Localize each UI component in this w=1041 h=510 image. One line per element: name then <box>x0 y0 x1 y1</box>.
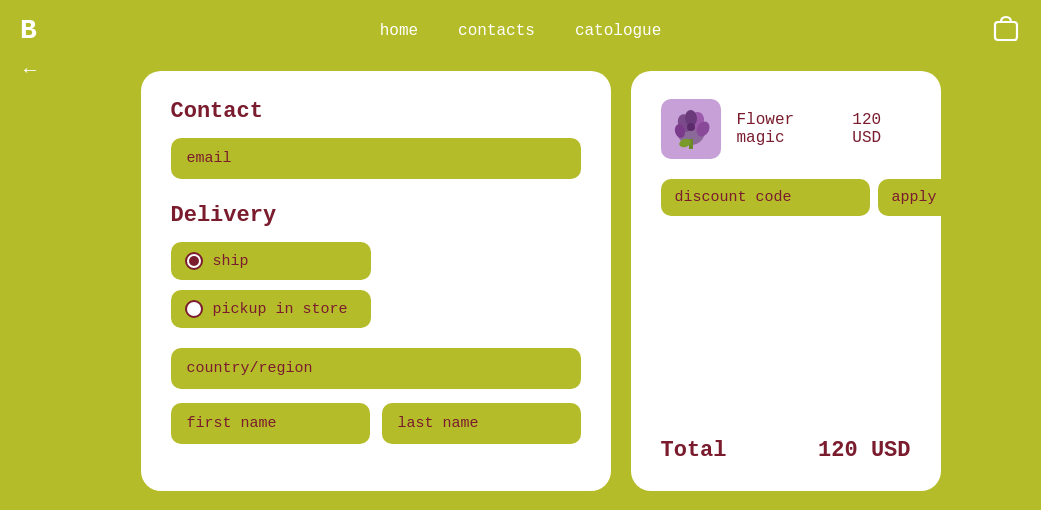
navbar: B home contacts catologue <box>0 0 1041 61</box>
logo: B <box>20 15 60 46</box>
pickup-option[interactable]: pickup in store <box>171 290 371 328</box>
discount-input[interactable] <box>661 179 870 216</box>
right-panel: Flower magic 120 USD apply Total 120 USD <box>631 71 941 491</box>
total-value: 120 USD <box>818 438 910 463</box>
name-row <box>171 403 581 444</box>
discount-row: apply <box>661 179 911 216</box>
nav-catalogue-link[interactable]: catologue <box>575 22 661 40</box>
apply-button[interactable]: apply <box>878 179 951 216</box>
contact-title: Contact <box>171 99 581 124</box>
ship-radio[interactable] <box>185 252 203 270</box>
last-name-input[interactable] <box>382 403 581 444</box>
nav-links: home contacts catologue <box>380 22 662 40</box>
delivery-title: Delivery <box>171 203 581 228</box>
total-label: Total <box>661 438 727 463</box>
nav-contacts-link[interactable]: contacts <box>458 22 535 40</box>
main-content: Contact Delivery ship pickup in store <box>0 61 1041 510</box>
ship-label: ship <box>213 253 249 270</box>
left-panel: Contact Delivery ship pickup in store <box>141 71 611 491</box>
svg-rect-0 <box>995 22 1017 40</box>
pickup-label: pickup in store <box>213 301 348 318</box>
delivery-section: Delivery ship pickup in store <box>171 203 581 328</box>
first-name-input[interactable] <box>171 403 370 444</box>
address-section <box>171 348 581 444</box>
cart-icon[interactable] <box>991 12 1021 49</box>
email-input[interactable] <box>171 138 581 179</box>
product-row: Flower magic 120 USD <box>661 99 911 159</box>
product-price: 120 USD <box>852 111 910 147</box>
back-button[interactable]: ← <box>20 58 40 81</box>
total-row: Total 120 USD <box>661 418 911 463</box>
product-name: Flower magic <box>737 111 837 147</box>
svg-point-7 <box>687 123 695 131</box>
ship-option[interactable]: ship <box>171 242 371 280</box>
country-input[interactable] <box>171 348 581 389</box>
pickup-radio[interactable] <box>185 300 203 318</box>
ship-radio-inner <box>189 256 199 266</box>
nav-home-link[interactable]: home <box>380 22 418 40</box>
product-image <box>661 99 721 159</box>
